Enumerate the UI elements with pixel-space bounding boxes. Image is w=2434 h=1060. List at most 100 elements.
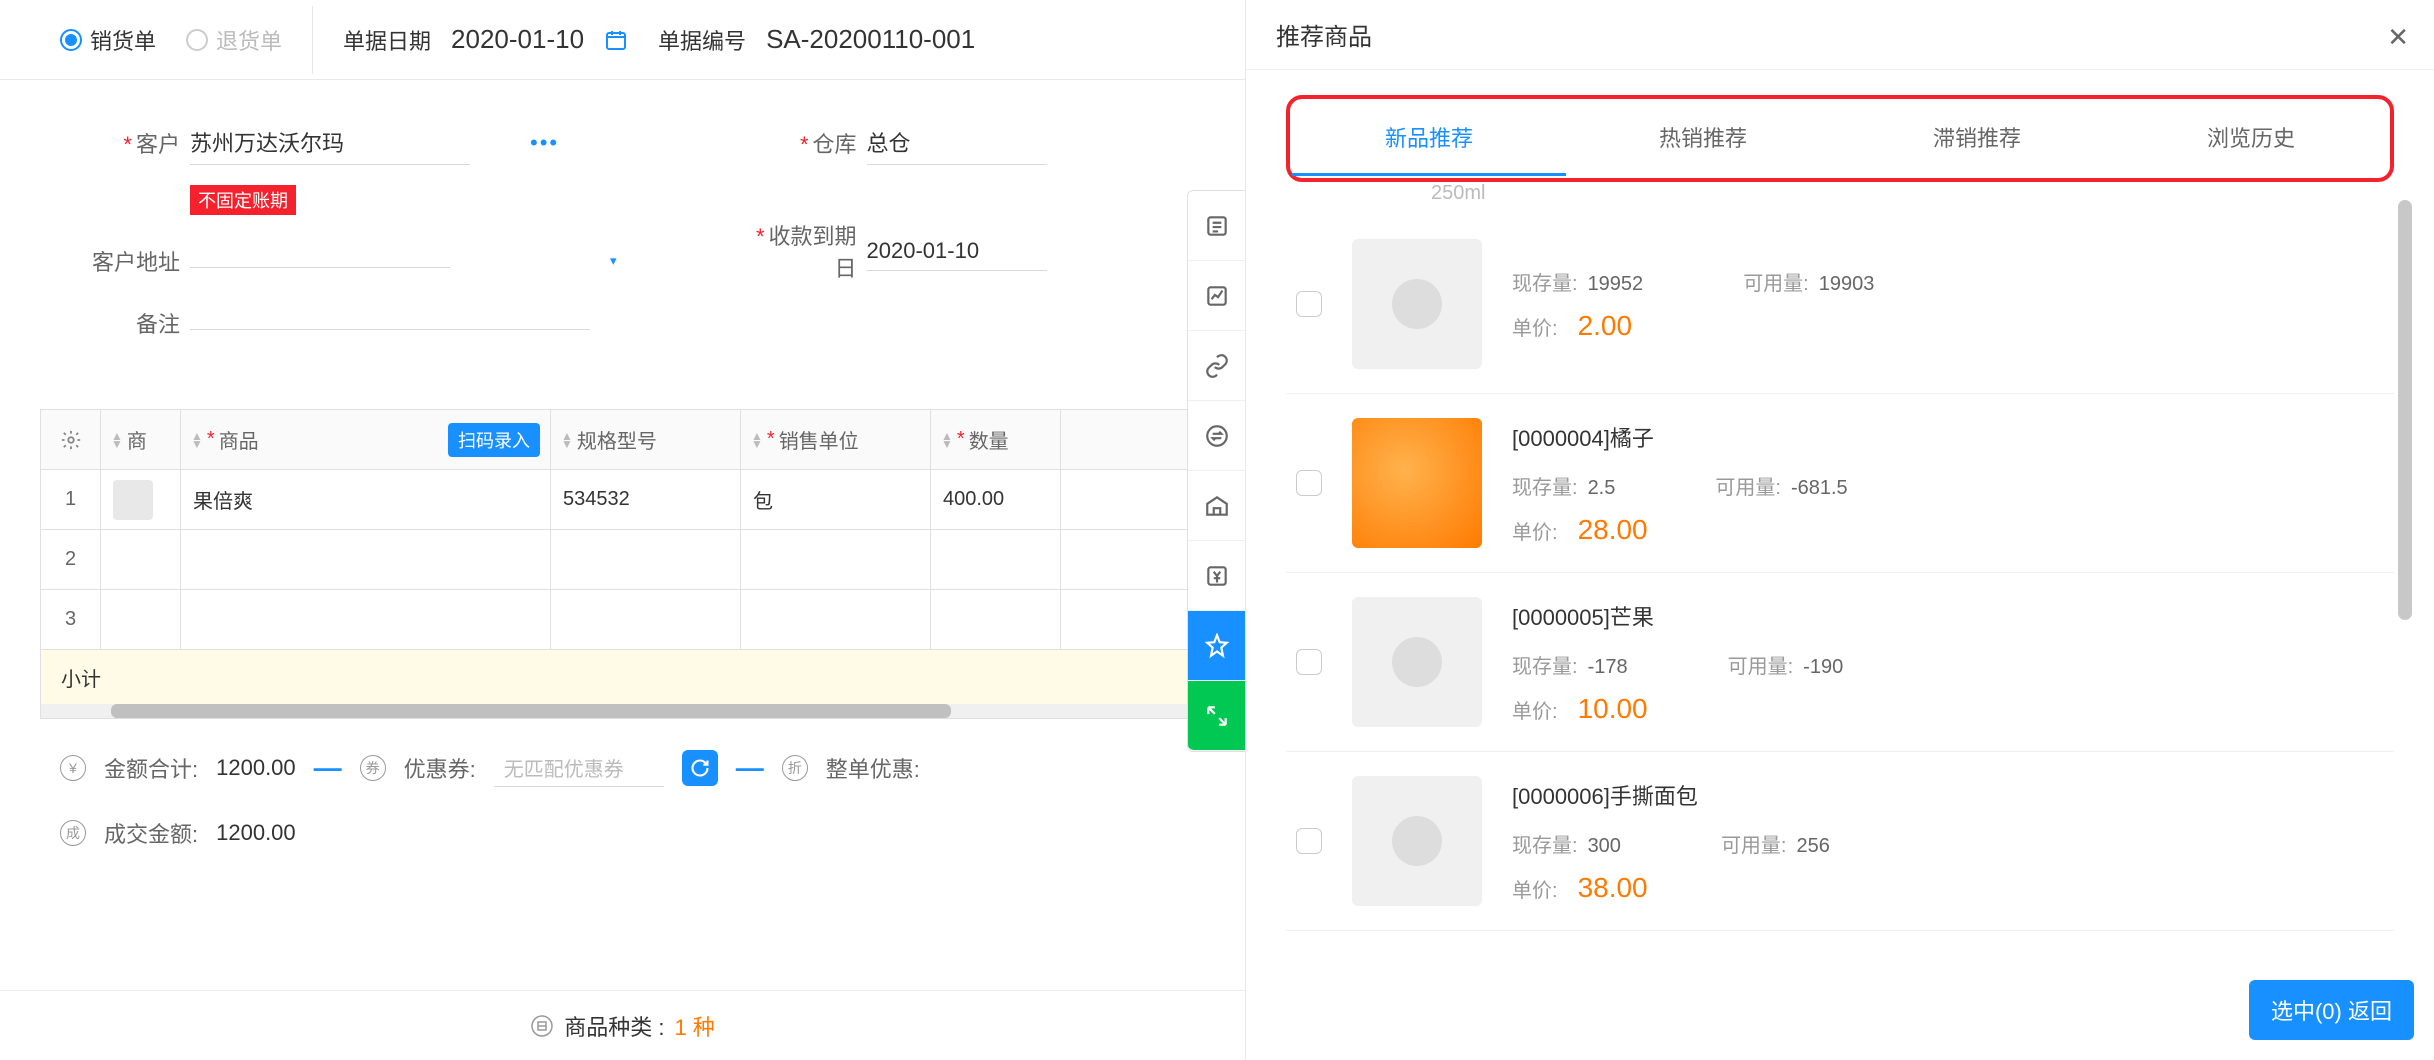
item-checkbox[interactable] [1296,470,1322,496]
row-product[interactable]: 果倍爽 [181,470,551,529]
col-header-spec[interactable]: 规格型号 [577,425,657,454]
recommend-tab[interactable]: 热销推荐 [1566,101,1840,176]
subtotal-row: 小计 [41,650,1204,704]
col-header-image[interactable]: 商 [127,425,147,454]
row-unit[interactable] [741,590,931,649]
table-row[interactable]: 2 [41,530,1204,590]
stock-label: 现存量: [1512,273,1578,295]
warehouse-icon[interactable] [1188,471,1245,541]
recommend-item[interactable]: [0000004]橘子现存量:2.5可用量:-681.5单价:28.00 [1286,394,2394,573]
row-qty[interactable] [931,590,1061,649]
row-product[interactable] [181,530,551,589]
footer-summary: 商品种类 : 1 种 [0,990,1245,1060]
row-thumb [101,470,181,529]
side-toolbar [1187,190,1245,752]
item-image [1352,418,1482,548]
warehouse-label: 仓库 [813,132,857,157]
recommend-panel-title: 推荐商品 [1246,0,2434,70]
price-label: 单价: [1512,318,1558,340]
item-title: [0000004]橘子 [1512,421,2384,453]
radio-label: 销货单 [90,24,156,56]
deal-icon: 成 [60,820,86,846]
avail-label: 可用量: [1721,835,1787,857]
recommend-item[interactable]: 现存量:19952可用量:19903单价:2.00 [1286,215,2394,394]
stock-label: 现存量: [1512,477,1578,499]
row-thumb [101,590,181,649]
recommend-item[interactable]: [0000005]芒果现存量:-178可用量:-190单价:10.00 [1286,573,2394,752]
col-header-qty[interactable]: 数量 [969,425,1009,454]
table-row[interactable]: 3 [41,590,1204,650]
item-image [1352,597,1482,727]
calendar-icon[interactable] [604,28,628,52]
refresh-coupon-button[interactable] [682,750,718,786]
customer-label: 客户 [136,132,180,157]
row-unit[interactable]: 包 [741,470,931,529]
row-spec[interactable]: 534532 [551,470,741,529]
gear-icon[interactable] [41,410,101,469]
recommend-item[interactable]: [0000006]手撕面包现存量:300可用量:256单价:38.00 [1286,752,2394,931]
recommend-tab[interactable]: 滞销推荐 [1840,101,2114,176]
remark-input[interactable] [190,317,590,330]
row-product[interactable] [181,590,551,649]
item-checkbox[interactable] [1296,291,1322,317]
footer-label: 商品种类 : [564,1010,664,1042]
radio-return-order[interactable]: 退货单 [186,24,282,56]
total-label: 金额合计: [104,752,198,784]
recommend-tab[interactable]: 浏览历史 [2114,101,2388,176]
radio-icon [186,29,208,51]
swap-icon[interactable] [1188,401,1245,471]
customer-input[interactable]: 苏州万达沃尔玛 [190,120,470,165]
total-value: 1200.00 [216,755,296,781]
vertical-scrollbar[interactable] [2398,200,2412,620]
row-spec[interactable] [551,590,741,649]
selected-return-button[interactable]: 选中(0) 返回 [2249,980,2414,1040]
coupon-input[interactable]: 无匹配优惠券 [494,749,664,787]
avail-value: 19903 [1819,273,1875,295]
stock-value: 300 [1588,835,1621,857]
address-label: 客户地址 [92,250,180,275]
doc-date-value[interactable]: 2020-01-10 [451,24,584,55]
row-number: 1 [41,470,101,529]
horizontal-scrollbar[interactable] [41,704,1204,718]
price-label: 单价: [1512,522,1558,544]
stock-label: 现存量: [1512,656,1578,678]
stock-value: 2.5 [1588,477,1616,499]
chevron-down-icon[interactable]: ▾ [610,253,617,269]
item-image [1352,239,1482,369]
chart-icon[interactable] [1188,261,1245,331]
stock-label: 现存量: [1512,835,1578,857]
price-label: 单价: [1512,701,1558,723]
link-icon[interactable] [1188,331,1245,401]
coupon-icon: 券 [360,755,386,781]
order-type-tabs: 销货单 退货单 单据日期 2020-01-10 单据编号 SA-20200110… [0,0,1245,80]
col-header-unit[interactable]: 销售单位 [779,425,859,454]
due-date-input[interactable]: 2020-01-10 [867,232,1047,271]
radio-sales-order[interactable]: 销货单 [60,24,156,56]
row-spec[interactable] [551,530,741,589]
avail-label: 可用量: [1728,656,1794,678]
address-input[interactable] [190,255,450,268]
discount-icon: 折 [782,755,808,781]
list-icon[interactable] [1188,191,1245,261]
row-unit[interactable] [741,530,931,589]
close-icon[interactable]: ✕ [2387,22,2409,53]
col-header-product[interactable]: 商品 [219,425,259,454]
price-value: 10.00 [1578,693,1648,724]
expand-icon[interactable] [1188,681,1245,751]
row-qty[interactable] [931,530,1061,589]
scan-input-button[interactable]: 扫码录入 [448,423,540,457]
recommend-tab[interactable]: 新品推荐 [1292,101,1566,176]
currency-icon[interactable] [1188,541,1245,611]
row-qty[interactable]: 400.00 [931,470,1061,529]
package-icon [530,1014,554,1038]
item-checkbox[interactable] [1296,828,1322,854]
coupon-label: 优惠券: [404,752,476,784]
doc-no-value: SA-20200110-001 [766,24,975,55]
star-icon[interactable] [1188,611,1245,681]
warehouse-input[interactable]: 总仓 [867,120,1047,165]
customer-more-icon[interactable]: ••• [530,130,559,156]
item-checkbox[interactable] [1296,649,1322,675]
price-label: 单价: [1512,880,1558,902]
yen-icon: ¥ [60,755,86,781]
table-row[interactable]: 1 果倍爽534532包400.00 [41,470,1204,530]
